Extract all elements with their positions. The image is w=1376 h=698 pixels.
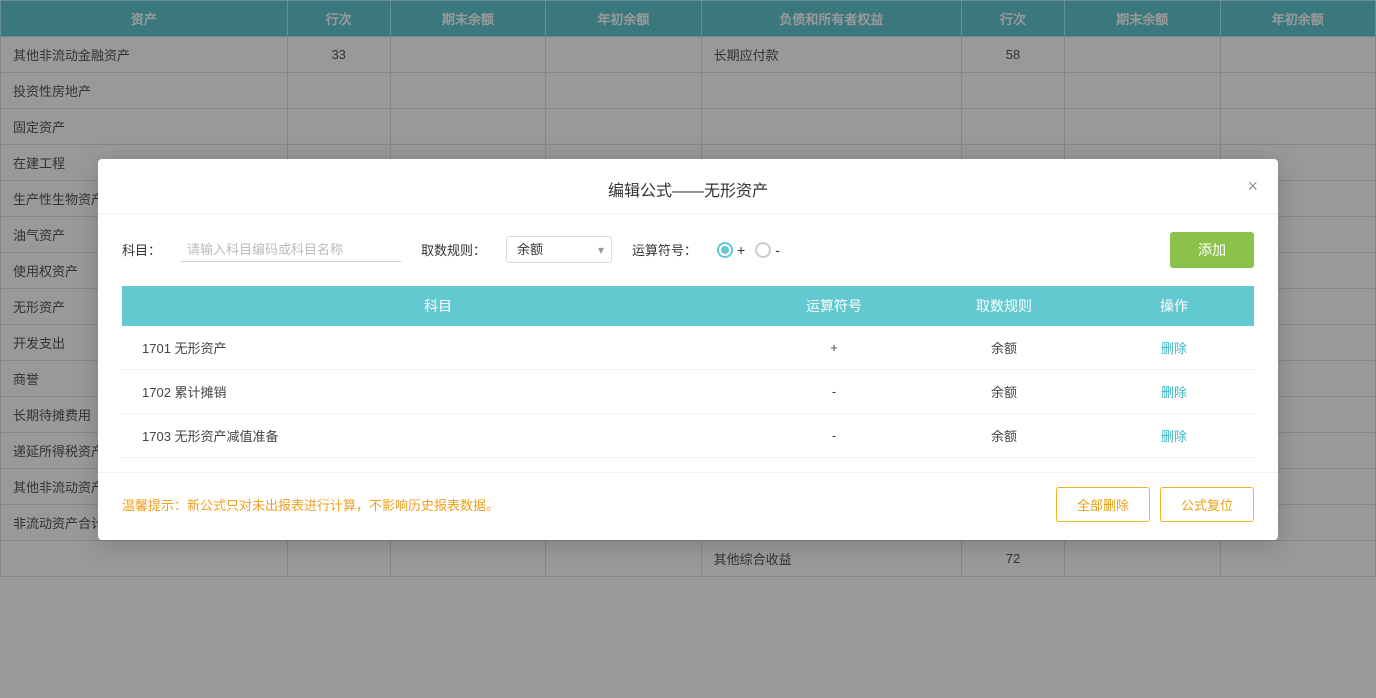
radio-plus-circle[interactable] (717, 242, 733, 258)
modal-overlay: 编辑公式——无形资产 × 科目： 取数规则： 余额 借方 贷方 借方发生额 贷方… (0, 0, 1376, 698)
modal-header: 编辑公式——无形资产 × (98, 159, 1278, 214)
subject-input[interactable] (181, 238, 401, 262)
delete-row-button[interactable]: 删除 (1161, 341, 1187, 356)
formula-subject-cell: 1703 无形资产减值准备 (122, 413, 754, 457)
operator-plus-radio[interactable]: + (717, 242, 745, 258)
col-operator: 运算符号 (754, 286, 914, 326)
formula-table: 科目 运算符号 取数规则 操作 1701 无形资产+余额删除1702 累计摊销-… (122, 286, 1254, 458)
rule-label: 取数规则： (421, 240, 486, 259)
formula-table-row: 1702 累计摊销-余额 删除 (122, 369, 1254, 413)
formula-rule-cell: 余额 (914, 369, 1094, 413)
operator-minus-label: - (775, 242, 780, 258)
footer-buttons: 全部删除 公式复位 (1056, 487, 1254, 522)
form-row: 科目： 取数规则： 余额 借方 贷方 借方发生额 贷方发生额 运算符号： + (98, 214, 1278, 286)
modal-title: 编辑公式——无形资产 (608, 177, 768, 201)
formula-rule-cell: 余额 (914, 413, 1094, 457)
delete-row-button[interactable]: 删除 (1161, 385, 1187, 400)
hint-text: 温馨提示：新公式只对未出报表进行计算，不影响历史报表数据。 (122, 495, 499, 514)
delete-row-button[interactable]: 删除 (1161, 429, 1187, 444)
formula-operator-cell: - (754, 413, 914, 457)
operator-minus-radio[interactable]: - (755, 242, 780, 258)
add-button[interactable]: 添加 (1170, 232, 1254, 268)
modal-footer: 温馨提示：新公式只对未出报表进行计算，不影响历史报表数据。 全部删除 公式复位 (98, 472, 1278, 540)
rule-select-wrapper: 余额 借方 贷方 借方发生额 贷方发生额 (506, 236, 612, 263)
close-button[interactable]: × (1247, 177, 1258, 195)
operator-plus-label: + (737, 242, 745, 258)
radio-minus-circle[interactable] (755, 242, 771, 258)
rule-select[interactable]: 余额 借方 贷方 借方发生额 贷方发生额 (506, 236, 612, 263)
formula-rule-cell: 余额 (914, 326, 1094, 370)
formula-operator-cell: + (754, 326, 914, 370)
formula-table-row: 1701 无形资产+余额 删除 (122, 326, 1254, 370)
col-subject: 科目 (122, 286, 754, 326)
operator-label: 运算符号： (632, 240, 697, 259)
operator-radio-group: + - (717, 242, 780, 258)
formula-operator-cell: - (754, 369, 914, 413)
formula-table-wrap: 科目 运算符号 取数规则 操作 1701 无形资产+余额删除1702 累计摊销-… (98, 286, 1278, 458)
reset-formula-button[interactable]: 公式复位 (1160, 487, 1254, 522)
formula-subject-cell: 1701 无形资产 (122, 326, 754, 370)
edit-formula-modal: 编辑公式——无形资产 × 科目： 取数规则： 余额 借方 贷方 借方发生额 贷方… (98, 159, 1278, 540)
formula-action-cell: 删除 (1094, 326, 1254, 370)
formula-subject-cell: 1702 累计摊销 (122, 369, 754, 413)
subject-label: 科目： (122, 240, 161, 259)
formula-table-row: 1703 无形资产减值准备-余额 删除 (122, 413, 1254, 457)
delete-all-button[interactable]: 全部删除 (1056, 487, 1150, 522)
col-rule: 取数规则 (914, 286, 1094, 326)
formula-action-cell: 删除 (1094, 413, 1254, 457)
formula-action-cell: 删除 (1094, 369, 1254, 413)
col-action: 操作 (1094, 286, 1254, 326)
